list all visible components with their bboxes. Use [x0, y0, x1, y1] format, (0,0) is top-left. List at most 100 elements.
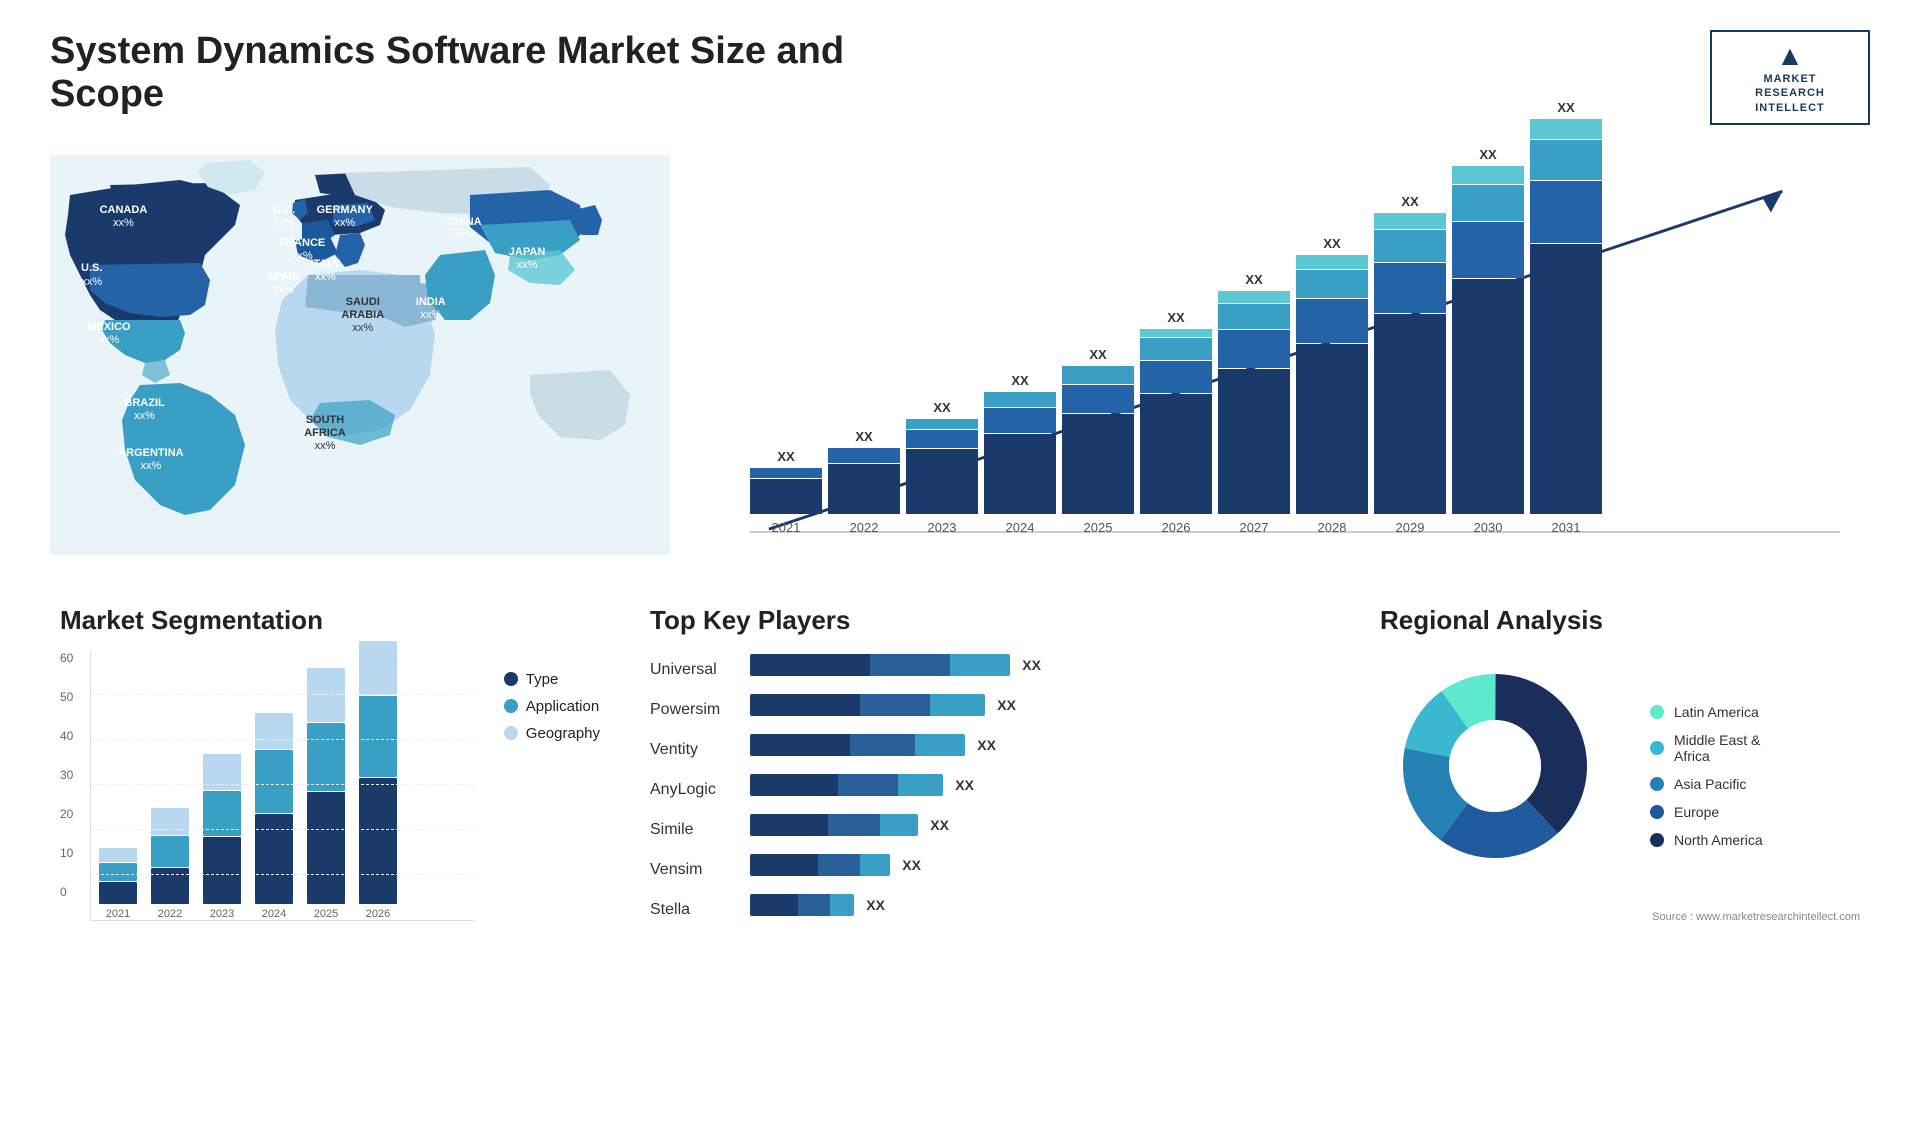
year-label-2030: 2030 — [1474, 520, 1503, 535]
main-content: CANADAxx% U.S.xx% MEXICOxx% BRAZILxx% AR… — [50, 145, 1870, 934]
growth-xx-2028: XX — [1323, 236, 1340, 251]
legend-dot-mea — [1650, 741, 1664, 755]
growth-bar-2022: XX 2022 — [828, 429, 900, 535]
seg-legend-application-label: Application — [526, 698, 599, 715]
seg-legend: Type Application Geography — [504, 671, 600, 921]
legend-label-asia: Asia Pacific — [1674, 776, 1746, 792]
bar-label-anylogic: XX — [955, 777, 974, 793]
growth-bar-2031: XX 2031 — [1530, 100, 1602, 535]
type-color-dot — [504, 672, 518, 686]
seg-group-2021: 2021 — [99, 848, 137, 920]
seg-legend-geography: Geography — [504, 725, 600, 742]
year-label-2027: 2027 — [1240, 520, 1269, 535]
seg-group-2026: 2026 — [359, 641, 397, 920]
source-text: Source : www.marketresearchintellect.com — [1380, 911, 1860, 923]
key-players-section: Top Key Players Universal Powersim Venti… — [640, 595, 1340, 934]
regional-section: Regional Analysis — [1370, 595, 1870, 934]
geography-color-dot — [504, 726, 518, 740]
donut-hole — [1449, 720, 1541, 812]
legend-north-america: North America — [1650, 832, 1763, 848]
year-label-2031: 2031 — [1552, 520, 1581, 535]
logo-icon: ▲ — [1776, 40, 1804, 72]
bar-label-universal: XX — [1022, 657, 1041, 673]
bar-row-stella: XX — [750, 891, 1330, 919]
players-content: Universal Powersim Ventity AnyLogic Simi… — [650, 651, 1330, 924]
growth-bar-2030: XX 2030 — [1452, 147, 1524, 535]
seg-legend-geography-label: Geography — [526, 725, 600, 742]
player-anylogic: AnyLogic — [650, 776, 720, 804]
seg-legend-type-label: Type — [526, 671, 559, 688]
year-label-2023: 2023 — [928, 520, 957, 535]
seg-group-2023: 2023 — [203, 754, 241, 920]
seg-y-axis: 0 10 20 30 40 50 60 — [60, 651, 80, 921]
growth-bar-2021: XX 2021 — [750, 449, 822, 535]
legend-mea: Middle East &Africa — [1650, 732, 1763, 764]
legend-label-north-america: North America — [1674, 832, 1763, 848]
bar-label-stella: XX — [866, 897, 885, 913]
legend-label-latam: Latin America — [1674, 704, 1759, 720]
growth-bar-2026: XX 2026 — [1140, 310, 1212, 535]
legend-label-europe: Europe — [1674, 804, 1719, 820]
player-vensim: Vensim — [650, 856, 720, 884]
bar-label-ventity: XX — [977, 737, 996, 753]
bar-row-simile: XX — [750, 811, 1330, 839]
logo: ▲ MARKETRESEARCHINTELLECT — [1710, 30, 1870, 125]
legend-europe: Europe — [1650, 804, 1763, 820]
key-players-title: Top Key Players — [650, 605, 1330, 636]
growth-xx-2031: XX — [1557, 100, 1574, 115]
logo-text: MARKETRESEARCHINTELLECT — [1755, 72, 1825, 115]
map-container: CANADAxx% U.S.xx% MEXICOxx% BRAZILxx% AR… — [50, 145, 670, 565]
growth-xx-2022: XX — [855, 429, 872, 444]
bottom-row: Market Segmentation 0 10 20 30 40 50 60 — [50, 595, 1870, 934]
seg-chart-area: 0 10 20 30 40 50 60 — [60, 651, 600, 921]
bar-label-simile: XX — [930, 817, 949, 833]
map-section: CANADAxx% U.S.xx% MEXICOxx% BRAZILxx% AR… — [50, 145, 670, 575]
segmentation-title: Market Segmentation — [60, 605, 600, 636]
growth-bar-2023: XX 2023 — [906, 400, 978, 535]
growth-bar-2029: XX 2029 — [1374, 194, 1446, 535]
growth-xx-2030: XX — [1479, 147, 1496, 162]
donut-chart — [1380, 651, 1630, 901]
growth-bar-2024: XX 2024 — [984, 373, 1056, 535]
growth-xx-2021: XX — [777, 449, 794, 464]
seg-group-2024: 2024 — [255, 713, 293, 920]
growth-xx-2027: XX — [1245, 272, 1262, 287]
year-label-2029: 2029 — [1396, 520, 1425, 535]
seg-legend-application: Application — [504, 698, 600, 715]
player-stella: Stella — [650, 896, 720, 924]
donut-svg — [1380, 651, 1610, 881]
year-label-2022: 2022 — [850, 520, 879, 535]
regional-title: Regional Analysis — [1380, 605, 1860, 636]
bar-label-powersim: XX — [997, 697, 1016, 713]
player-simile: Simile — [650, 816, 720, 844]
regional-legend: Latin America Middle East &Africa Asia P… — [1650, 704, 1763, 848]
application-color-dot — [504, 699, 518, 713]
bar-row-vensim: XX — [750, 851, 1330, 879]
bar-row-universal: XX — [750, 651, 1330, 679]
year-label-2028: 2028 — [1318, 520, 1347, 535]
world-map — [50, 145, 670, 565]
player-universal: Universal — [650, 656, 720, 684]
legend-dot-latam — [1650, 705, 1664, 719]
legend-dot-europe — [1650, 805, 1664, 819]
player-bars-list: XX XX — [750, 651, 1330, 924]
player-ventity: Ventity — [650, 736, 720, 764]
growth-bars-container: XX 2021 XX 2022 — [740, 155, 1850, 535]
growth-chart-wrapper: XX 2021 XX 2022 — [740, 155, 1850, 575]
growth-xx-2025: XX — [1089, 347, 1106, 362]
page-title: System Dynamics Software Market Size and… — [50, 30, 950, 116]
bar-label-vensim: XX — [902, 857, 921, 873]
growth-bar-2025: XX 2025 — [1062, 347, 1134, 535]
legend-dot-asia — [1650, 777, 1664, 791]
growth-xx-2023: XX — [933, 400, 950, 415]
segmentation-section: Market Segmentation 0 10 20 30 40 50 60 — [50, 595, 610, 934]
growth-bar-2028: XX 2028 — [1296, 236, 1368, 535]
bar-chart-section: XX 2021 XX 2022 — [700, 145, 1870, 575]
bar-row-ventity: XX — [750, 731, 1330, 759]
bar-row-powersim: XX — [750, 691, 1330, 719]
growth-bar-2027: XX 2027 — [1218, 272, 1290, 535]
growth-xx-2024: XX — [1011, 373, 1028, 388]
growth-xx-2026: XX — [1167, 310, 1184, 325]
regional-content: Latin America Middle East &Africa Asia P… — [1380, 651, 1860, 901]
player-names-list: Universal Powersim Ventity AnyLogic Simi… — [650, 651, 720, 924]
